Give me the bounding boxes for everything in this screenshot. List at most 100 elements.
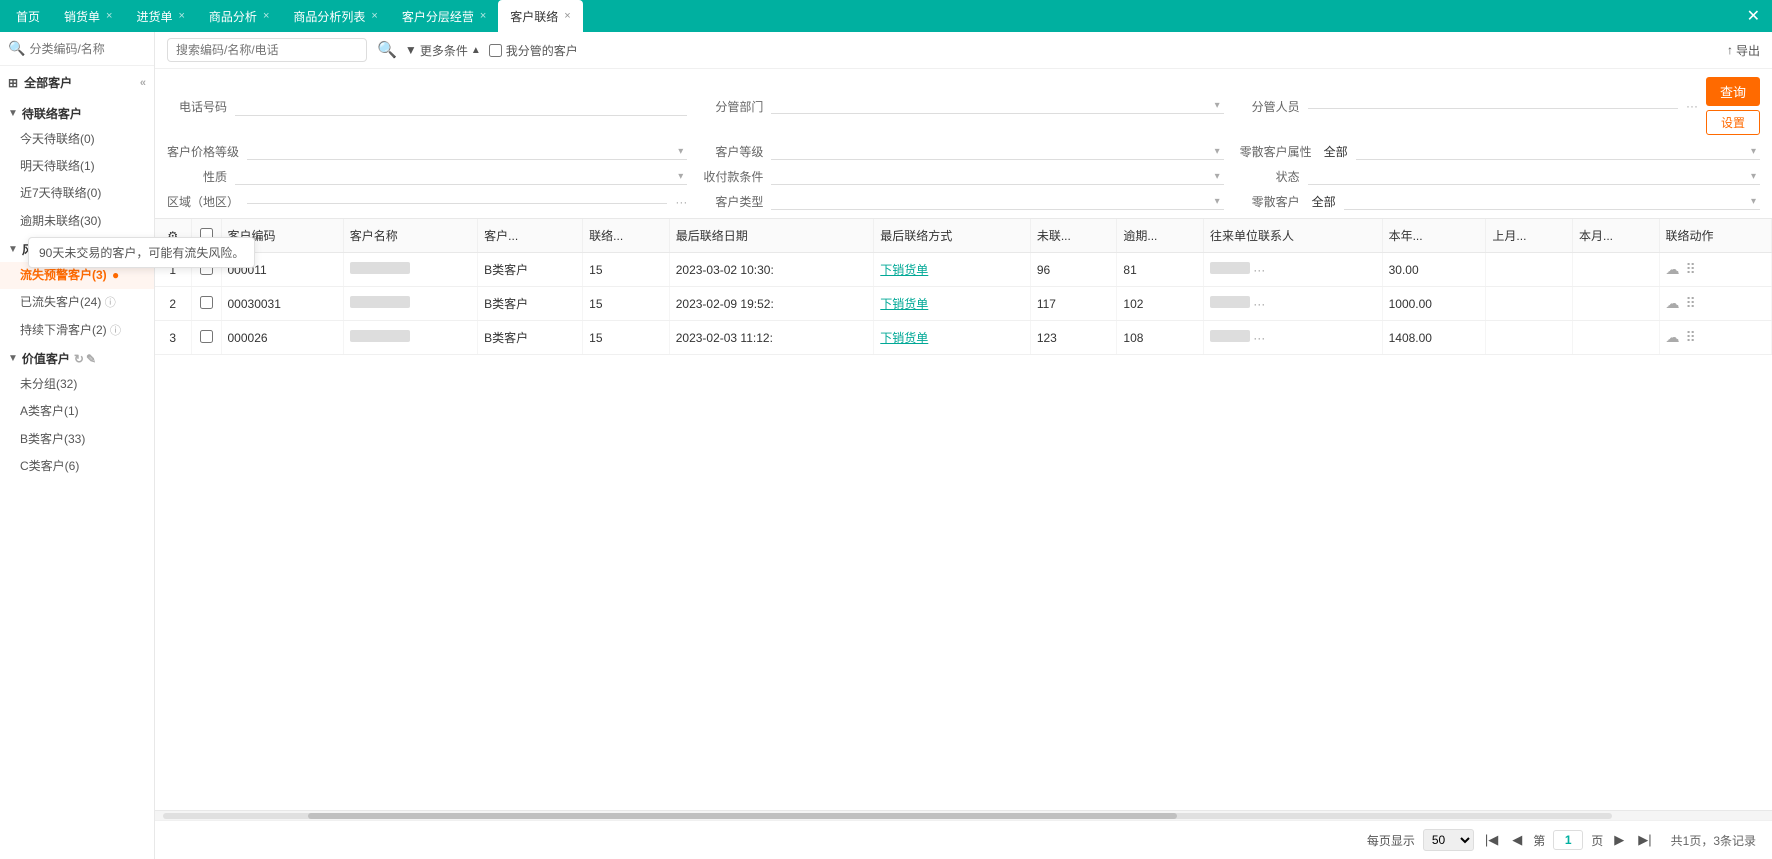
filter-row-region: 区域（地区） ···: [167, 193, 687, 210]
zero-attr-select[interactable]: ▾: [1356, 144, 1760, 160]
export-button[interactable]: ↑ 导出: [1727, 42, 1760, 59]
close-icon[interactable]: ×: [564, 10, 570, 22]
col-this-month: 本月...: [1572, 219, 1659, 253]
table-row: 3 000026 B类客户 15 2023-02-03 11:12: 下销货单 …: [155, 321, 1772, 355]
horizontal-scrollbar[interactable]: [155, 810, 1772, 820]
refresh-icon[interactable]: ↻: [74, 352, 84, 366]
this-year-amount: 1000.00: [1382, 287, 1486, 321]
row-number: 3: [155, 321, 191, 355]
region-select[interactable]: [247, 199, 667, 204]
contact-person: ···: [1203, 287, 1382, 321]
col-contact-person: 往来单位联系人: [1203, 219, 1382, 253]
per-page-select[interactable]: 50 100 200: [1423, 829, 1474, 851]
my-customers-check[interactable]: [489, 44, 502, 57]
sidebar-item-ungroup[interactable]: 未分组(32): [0, 371, 154, 398]
close-icon[interactable]: ×: [480, 10, 486, 22]
next-page-button[interactable]: ▶: [1611, 832, 1627, 848]
prev-page-button[interactable]: ◀: [1509, 832, 1525, 848]
sidebar: 🔍 ⊞ 全部客户 « ▼ 待联络客户 今天待联络(0) 明天待联络(1) 近7天…: [0, 32, 155, 859]
pagination-bar: 每页显示 50 100 200 |◀ ◀ 第 页 ▶ ▶| 共1页，3条记录: [155, 820, 1772, 859]
page-number-input[interactable]: [1553, 830, 1583, 850]
gender-select[interactable]: ▾: [235, 169, 687, 185]
sidebar-section-value[interactable]: ▼ 价值客户 ↻ ✎: [0, 344, 154, 371]
tab-home[interactable]: 首页: [4, 0, 52, 32]
tab-customer-segment[interactable]: 客户分层经营 ×: [390, 0, 498, 32]
sidebar-item-today[interactable]: 今天待联络(0): [0, 126, 154, 153]
more-icon[interactable]: ···: [1686, 99, 1698, 113]
manager-select[interactable]: [1308, 104, 1678, 109]
this-month-amount: [1572, 287, 1659, 321]
zero-customer-select[interactable]: ▾: [1344, 194, 1760, 210]
contact-icon[interactable]: ☁: [1666, 261, 1680, 278]
sidebar-search-input[interactable]: [29, 42, 146, 56]
contact-icon[interactable]: ☁: [1666, 295, 1680, 312]
page-suffix-label: 页: [1591, 832, 1603, 849]
sidebar-item-overdue[interactable]: 逾期未联络(30): [0, 208, 154, 235]
close-icon[interactable]: ×: [371, 10, 377, 22]
first-page-button[interactable]: |◀: [1482, 832, 1501, 848]
dept-select[interactable]: ▾: [771, 98, 1223, 114]
customer-code: 00030031: [221, 287, 343, 321]
my-customers-checkbox[interactable]: 我分管的客户: [489, 42, 578, 59]
row-checkbox[interactable]: [200, 296, 213, 309]
sidebar-item-tomorrow[interactable]: 明天待联络(1): [0, 153, 154, 180]
last-contact-method[interactable]: 下销货单: [874, 253, 1031, 287]
sidebar-root[interactable]: ⊞ 全部客户 «: [0, 66, 154, 99]
settings-button[interactable]: 设置: [1706, 110, 1760, 135]
sidebar-item-a-class[interactable]: A类客户(1): [0, 398, 154, 425]
tab-customer-contact[interactable]: 客户联络 ×: [498, 0, 582, 32]
tab-sales[interactable]: 销货单 ×: [52, 0, 124, 32]
sidebar-item-7days[interactable]: 近7天待联络(0): [0, 180, 154, 207]
filter-row-payment: 收付款条件 ▾: [703, 168, 1223, 185]
sidebar-item-c-class[interactable]: C类客户(6): [0, 453, 154, 480]
contact-person: ···: [1203, 321, 1382, 355]
customer-type-select[interactable]: ▾: [771, 194, 1223, 210]
close-icon[interactable]: ×: [106, 10, 112, 22]
content-area: 🔍 ▼ 更多条件 ▲ 我分管的客户 ↑ 导出 电话号码 分管部: [155, 32, 1772, 859]
menu-icon[interactable]: ⠿: [1686, 329, 1696, 346]
last-month-amount: [1486, 253, 1573, 287]
search-input[interactable]: [167, 38, 367, 62]
row-checkbox[interactable]: [200, 330, 213, 343]
scrollbar-thumb[interactable]: [308, 813, 1177, 819]
phone-input[interactable]: [235, 97, 687, 116]
status-select[interactable]: ▾: [1308, 169, 1760, 185]
filter-row-zero-attr: 零散客户属性 全部 ▾: [1240, 143, 1760, 160]
sidebar-item-churned[interactable]: 已流失客户(24) ⓘ: [0, 289, 154, 317]
last-contact-method[interactable]: 下销货单: [874, 321, 1031, 355]
contact-icon[interactable]: ☁: [1666, 329, 1680, 346]
sidebar-search-bar[interactable]: 🔍: [0, 32, 154, 66]
contact-person: ···: [1203, 253, 1382, 287]
last-contact-method[interactable]: 下销货单: [874, 287, 1031, 321]
tab-product-analysis[interactable]: 商品分析 ×: [197, 0, 281, 32]
collapse-icon[interactable]: «: [140, 77, 146, 89]
scrollbar-track[interactable]: [163, 813, 1612, 819]
sidebar-item-b-class[interactable]: B类客户(33): [0, 426, 154, 453]
per-page-label: 每页显示: [1367, 832, 1415, 849]
tab-product-list[interactable]: 商品分析列表 ×: [281, 0, 389, 32]
tab-purchase[interactable]: 进货单 ×: [124, 0, 196, 32]
close-icon[interactable]: ×: [263, 10, 269, 22]
query-button[interactable]: 查询: [1706, 77, 1760, 106]
filter-row-phone: 电话号码: [167, 77, 687, 135]
menu-icon[interactable]: ⠿: [1686, 295, 1696, 312]
customer-level-select[interactable]: ▾: [771, 144, 1223, 160]
sidebar-section-pending[interactable]: ▼ 待联络客户: [0, 99, 154, 126]
overdue-days: 102: [1117, 287, 1204, 321]
last-page-button[interactable]: ▶|: [1635, 832, 1654, 848]
payment-select[interactable]: ▾: [771, 169, 1223, 185]
menu-icon[interactable]: ⠿: [1686, 261, 1696, 278]
window-close-button[interactable]: ✕: [1739, 6, 1768, 26]
chevron-down-icon: ▾: [1215, 196, 1220, 207]
overdue-days: 81: [1117, 253, 1204, 287]
edit-icon[interactable]: ✎: [86, 352, 96, 366]
price-level-select[interactable]: ▾: [247, 144, 687, 160]
grid-icon: ⊞: [8, 76, 18, 90]
close-icon[interactable]: ×: [178, 10, 184, 22]
more-icon[interactable]: ···: [675, 195, 687, 209]
search-button[interactable]: 🔍: [377, 40, 397, 60]
chevron-down-icon: ▾: [678, 146, 683, 157]
sidebar-item-declining[interactable]: 持续下滑客户(2) ⓘ: [0, 317, 154, 345]
contact-count: 15: [583, 321, 670, 355]
more-conditions-button[interactable]: ▼ 更多条件 ▲: [405, 42, 481, 59]
